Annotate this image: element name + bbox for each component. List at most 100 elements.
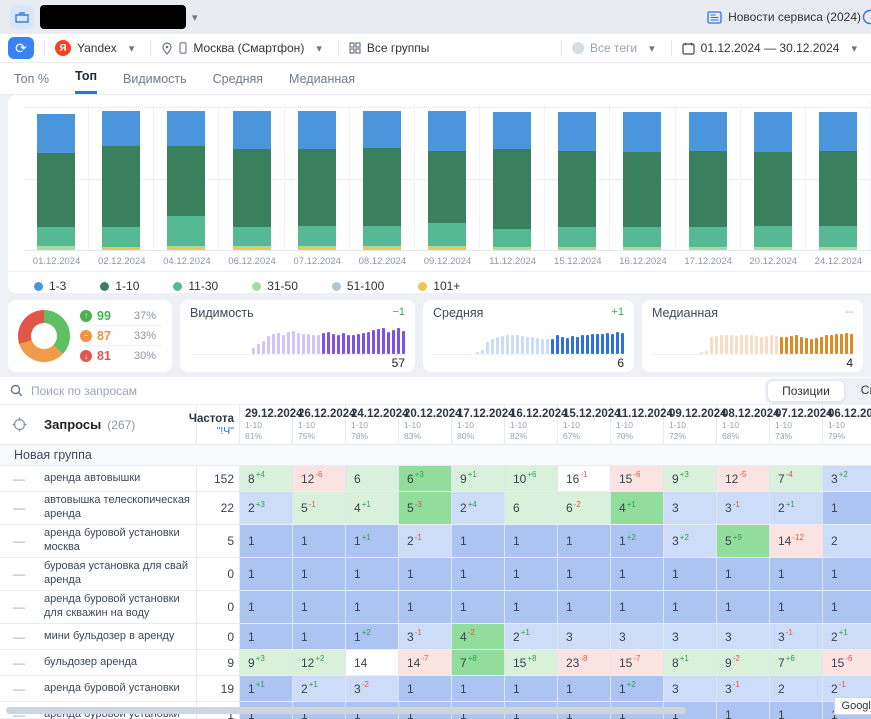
- position-cell: 2 +4: [452, 492, 505, 524]
- view-button-Снимки[interactable]: Снимки: [847, 380, 871, 402]
- project-chevron-down-icon[interactable]: ▾: [192, 11, 198, 24]
- chart-bar[interactable]: [818, 112, 857, 250]
- position-cell: 1: [293, 624, 346, 649]
- search-engine-selector[interactable]: Я Yandex ▾: [55, 40, 140, 56]
- table-row[interactable]: — аренда автовышки 152 8 +4 12 -6 6 6 +3 9 +1 10 +6 16…: [0, 466, 871, 492]
- tags-label: Все теги: [590, 41, 638, 55]
- project-name-redacted[interactable]: [40, 5, 186, 29]
- row-marker[interactable]: —: [0, 466, 38, 491]
- horizontal-scrollbar[interactable]: [6, 707, 686, 714]
- chart-bar-slot: [24, 103, 90, 250]
- chart-bar[interactable]: [297, 110, 336, 250]
- date-column-header[interactable]: 16.12.2024 1-10 82%: [505, 405, 568, 444]
- median-position-card[interactable]: Медианная -- 4: [642, 300, 863, 372]
- chart-legend: 1-3 1-10 11-30 31-50 51-100 101+: [8, 271, 871, 293]
- stat-percent: 30%: [134, 350, 157, 362]
- query-search-input[interactable]: [31, 383, 331, 398]
- chart-bar[interactable]: [102, 110, 141, 250]
- position-cell: 12 +2: [293, 650, 346, 675]
- row-marker[interactable]: —: [0, 650, 38, 675]
- date-column-header[interactable]: 11.12.2024 1-10 70%: [611, 405, 673, 444]
- chart-bar[interactable]: [232, 110, 271, 250]
- region-selector[interactable]: Москва (Смартфон) ▾: [161, 41, 328, 55]
- row-marker[interactable]: —: [0, 492, 38, 524]
- query-cell[interactable]: аренда автовышки: [38, 466, 197, 491]
- table-row[interactable]: — буровая установка для свай аренда 0 1 1 1 1 1…: [0, 558, 871, 591]
- position-cell: 15 -6: [611, 466, 664, 491]
- query-cell[interactable]: автовышка телескопическая аренда: [38, 492, 197, 524]
- project-briefcase-icon[interactable]: [10, 5, 34, 29]
- average-position-card[interactable]: Средняя +1 6: [423, 300, 634, 372]
- groups-selector[interactable]: Все группы: [349, 41, 429, 55]
- tab-Средняя[interactable]: Средняя: [213, 72, 263, 94]
- position-cell: 2 +3: [240, 492, 293, 524]
- date-column-header[interactable]: 26.12.2024 1-10 75%: [293, 405, 356, 444]
- table-row[interactable]: — бульдозер аренда 9 9 +3 12 +2 14 14 -7 7 +8 15 +8 23…: [0, 650, 871, 676]
- date-column-header[interactable]: 06.12.20241-1079%: [823, 405, 871, 444]
- table-row[interactable]: — мини бульдозер в аренду 0 1 1 1 +2 3 -1 4 -2 2 +1 3…: [0, 624, 871, 650]
- chart-bar[interactable]: [688, 112, 727, 250]
- query-cell[interactable]: аренда буровой установки для скважин на …: [38, 591, 197, 623]
- tags-selector[interactable]: Все теги ▾: [572, 41, 661, 55]
- date-column-header[interactable]: 15.12.2024 1-10 67%: [558, 405, 621, 444]
- chart-bar[interactable]: [558, 112, 597, 250]
- query-cell[interactable]: буровая установка для свай аренда: [38, 558, 197, 590]
- position-cell: 1: [558, 591, 611, 623]
- spark-bar: [476, 352, 479, 354]
- frequency-cell: 5: [197, 525, 240, 557]
- date-column-header[interactable]: 08.12.2024 1-10 68%: [717, 405, 780, 444]
- frequency-mode-link[interactable]: "!Ч": [217, 425, 234, 437]
- row-marker[interactable]: —: [0, 525, 38, 557]
- query-cell[interactable]: мини бульдозер в аренду: [38, 624, 197, 649]
- query-cell[interactable]: бульдозер аренда: [38, 650, 197, 675]
- query-cell[interactable]: аренда буровой установки москва: [38, 525, 197, 557]
- position-cell: 1: [558, 558, 611, 590]
- table-row[interactable]: — автовышка телескопическая аренда 22 2 +3 5-…: [0, 492, 871, 525]
- tab-Топ %[interactable]: Топ %: [14, 72, 49, 94]
- spark-bar: [616, 332, 619, 354]
- spark-bar: [511, 334, 514, 354]
- row-marker[interactable]: —: [0, 676, 38, 701]
- position-cell: 15 +8: [505, 650, 558, 675]
- tab-Видимость[interactable]: Видимость: [123, 72, 187, 94]
- chart-bar[interactable]: [362, 110, 401, 250]
- table-row[interactable]: — аренда буровой установки 19 1 +1 2 +1 3 -2 1 1 1 1…: [0, 676, 871, 702]
- row-marker[interactable]: —: [0, 624, 38, 649]
- position-cell: 4 +1: [611, 492, 664, 524]
- table-row[interactable]: — аренда буровой установки для скважин на…: [0, 591, 871, 624]
- date-column-header[interactable]: 24.12.2024 1-10 78%: [346, 405, 409, 444]
- date-column-header[interactable]: 09.12.2024 1-10 72%: [664, 405, 727, 444]
- date-column-header[interactable]: 29.12.2024 1-10 81%: [240, 405, 303, 444]
- chart-bar[interactable]: [37, 113, 76, 250]
- frequency-header[interactable]: Частота: [189, 413, 234, 425]
- tab-Топ[interactable]: Топ: [74, 69, 98, 94]
- query-cell[interactable]: аренда буровой установки: [38, 676, 197, 701]
- position-cell: 23 -8: [558, 650, 611, 675]
- position-cell: 7 +6: [770, 650, 823, 675]
- tab-Медианная[interactable]: Медианная: [289, 72, 355, 94]
- date-column-header[interactable]: 07.12.2024 1-10 73%: [770, 405, 833, 444]
- row-marker[interactable]: —: [0, 591, 38, 623]
- chart-bar[interactable]: [623, 112, 662, 250]
- position-cell: 1: [823, 591, 871, 623]
- target-icon[interactable]: [0, 405, 38, 444]
- chart-bar[interactable]: [167, 110, 206, 250]
- refresh-button[interactable]: ⟳: [8, 37, 34, 59]
- visibility-card[interactable]: Видимость −1 57: [180, 300, 415, 372]
- view-button-Позиции[interactable]: Позиции: [767, 379, 845, 402]
- chart-bar[interactable]: [428, 110, 467, 250]
- table-row[interactable]: — аренда буровой установки москва 5 1 1 1 +1 2-…: [0, 525, 871, 558]
- chart-bar[interactable]: [493, 112, 532, 250]
- chart-bar[interactable]: [753, 112, 792, 250]
- position-cell: 9 +1: [452, 466, 505, 491]
- spark-bar: [591, 334, 594, 354]
- date-column-header[interactable]: 17.12.2024 1-10 80%: [452, 405, 515, 444]
- news-link[interactable]: Новости сервиса (2024): [728, 10, 861, 24]
- date-range-selector[interactable]: 01.12.2024 — 30.12.2024 ▾: [682, 41, 863, 55]
- queries-header[interactable]: Запросы: [44, 417, 101, 432]
- row-marker[interactable]: —: [0, 558, 38, 590]
- position-cell: 4 -2: [452, 624, 505, 649]
- help-icon[interactable]: [861, 9, 871, 25]
- group-header[interactable]: Новая группа: [0, 445, 871, 466]
- date-column-header[interactable]: 20.12.2024 1-10 83%: [399, 405, 462, 444]
